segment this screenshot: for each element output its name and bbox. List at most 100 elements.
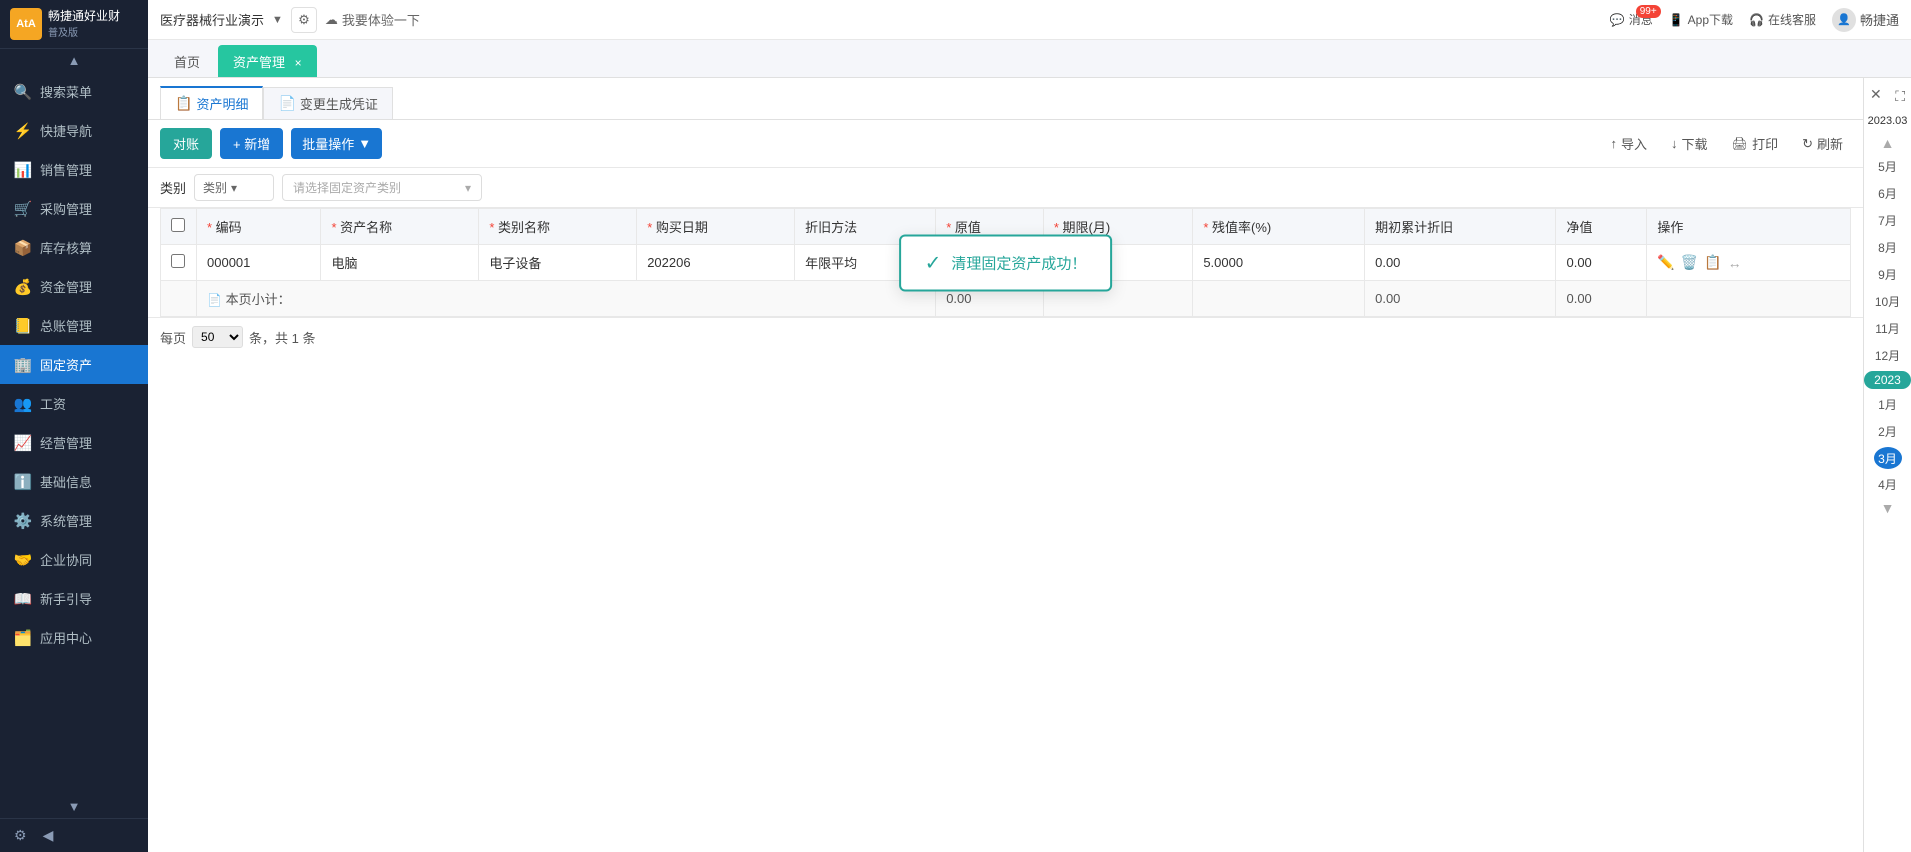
sidebar-item-inventory[interactable]: 📦 库存核算 — [0, 228, 148, 267]
category-input[interactable]: 请选择固定资产类别 ▾ — [282, 174, 482, 201]
td-action: ✏️ 🗑️ 📋 ↔ — [1647, 245, 1851, 281]
logo-text-area: 畅捷通好业财 普及版 — [48, 9, 120, 40]
sidebar-item-sales[interactable]: 📊 销售管理 — [0, 150, 148, 189]
toolbar: 对账 + 新增 批量操作 ▼ ↑ 导入 ↓ 下载 — [148, 120, 1863, 168]
download-btn[interactable]: ↓ 下载 — [1663, 129, 1716, 158]
th-original-value: 原值 — [936, 209, 1044, 245]
download-icon: 📱 — [1669, 13, 1684, 27]
month-9[interactable]: 9月 — [1864, 263, 1911, 286]
td-code: 000001 — [197, 245, 321, 281]
message-btn[interactable]: 💬 消息 99+ — [1610, 11, 1653, 28]
sidebar-label-search: 搜索菜单 — [40, 82, 92, 101]
month-10[interactable]: 10月 — [1864, 290, 1911, 313]
panel-header: ✕ ⛶ — [1864, 86, 1911, 107]
sub-tabs: 📋 资产明细 📄 变更生成凭证 — [148, 78, 1863, 120]
asset-table: 编码 资产名称 类别名称 购买日期 折旧方法 原值 期限(月) 残值率(%) 期… — [160, 208, 1851, 317]
sales-icon: 📊 — [14, 161, 32, 179]
sub-tab-change-voucher[interactable]: 📄 变更生成凭证 — [263, 87, 392, 119]
category-select[interactable]: 类别 ▾ — [194, 174, 274, 201]
select-all-checkbox[interactable] — [171, 218, 185, 232]
sub-tab-asset-detail[interactable]: 📋 资产明细 — [160, 86, 263, 119]
year-2023[interactable]: 2023 — [1864, 371, 1911, 389]
batch-ops-btn[interactable]: 批量操作 ▼ — [291, 128, 382, 159]
per-page-select[interactable]: 50 100 — [192, 326, 243, 348]
asset-detail-icon: 📋 — [175, 95, 192, 112]
td-depreciation-method: 年限平均 — [795, 245, 936, 281]
month-8[interactable]: 8月 — [1864, 236, 1911, 259]
sidebar-item-quicknav[interactable]: ⚡ 快捷导航 — [0, 111, 148, 150]
subtotal-period — [1043, 281, 1192, 317]
service-icon: 🎧 — [1749, 13, 1764, 27]
td-checkbox — [161, 245, 197, 281]
app-download-btn[interactable]: 📱 App下载 — [1669, 11, 1733, 28]
sidebar-item-purchase[interactable]: 🛒 采购管理 — [0, 189, 148, 228]
month-7[interactable]: 7月 — [1864, 209, 1911, 232]
sidebar-item-basicinfo[interactable]: ℹ️ 基础信息 — [0, 462, 148, 501]
month-4[interactable]: 4月 — [1864, 473, 1911, 496]
panel-scroll-down[interactable]: ▼ — [1881, 500, 1895, 516]
more-icon[interactable]: ↔ — [1728, 255, 1742, 271]
cloud-icon: ☁ — [325, 12, 338, 28]
sidebar-item-search[interactable]: 🔍 搜索菜单 — [0, 72, 148, 111]
delete-icon[interactable]: 🗑️ — [1681, 254, 1698, 271]
month-11[interactable]: 11月 — [1864, 317, 1911, 340]
settings-bottom-icon[interactable]: ⚙ — [14, 827, 27, 844]
row-checkbox[interactable] — [171, 254, 185, 268]
sidebar-label-quicknav: 快捷导航 — [40, 121, 92, 140]
th-net-value: 净值 — [1556, 209, 1647, 245]
collapse-icon[interactable]: ◀ — [43, 827, 54, 844]
subtotal-label: 📄 本页小计： — [197, 281, 936, 317]
sidebar-item-guide[interactable]: 📖 新手引导 — [0, 579, 148, 618]
month-2[interactable]: 2月 — [1864, 420, 1911, 443]
refresh-btn[interactable]: ↻ 刷新 — [1794, 129, 1851, 158]
funds-icon: 💰 — [14, 278, 32, 296]
panel-scroll-up[interactable]: ▲ — [1881, 135, 1895, 151]
company-dropdown-icon[interactable]: ▼ — [272, 14, 283, 26]
experience-btn[interactable]: ☁ 我要体验一下 — [325, 10, 420, 29]
month-12[interactable]: 12月 — [1864, 344, 1911, 367]
sidebar: AtA 畅捷通好业财 普及版 ▲ 🔍 搜索菜单 ⚡ 快捷导航 📊 销售管理 🛒 … — [0, 0, 148, 852]
purchase-icon: 🛒 — [14, 200, 32, 218]
panel-expand-btn[interactable]: ⛶ — [1895, 88, 1905, 105]
topbar-settings-btn[interactable]: ⚙ — [291, 7, 317, 33]
sidebar-item-system[interactable]: ⚙️ 系统管理 — [0, 501, 148, 540]
sidebar-item-payroll[interactable]: 👥 工资 — [0, 384, 148, 423]
sidebar-item-ledger[interactable]: 📒 总账管理 — [0, 306, 148, 345]
reconcile-btn[interactable]: 对账 — [160, 128, 212, 159]
user-btn[interactable]: 👤 畅捷通 — [1832, 8, 1899, 32]
table-header-row: 编码 资产名称 类别名称 购买日期 折旧方法 原值 期限(月) 残值率(%) 期… — [161, 209, 1851, 245]
search-icon: 🔍 — [14, 83, 32, 101]
sidebar-item-operations[interactable]: 📈 经营管理 — [0, 423, 148, 462]
sidebar-label-appcenter: 应用中心 — [40, 628, 92, 647]
month-3-current[interactable]: 3月 — [1874, 447, 1902, 469]
sidebar-label-enterprise: 企业协同 — [40, 550, 92, 569]
subtotal-checkbox-cell — [161, 281, 197, 317]
msg-icon: 💬 — [1610, 13, 1625, 27]
sidebar-item-funds[interactable]: 💰 资金管理 — [0, 267, 148, 306]
online-service-btn[interactable]: 🎧 在线客服 — [1749, 11, 1816, 28]
new-btn[interactable]: + 新增 — [220, 128, 283, 159]
sidebar-item-enterprise[interactable]: 🤝 企业协同 — [0, 540, 148, 579]
sidebar-bottom: ⚙ ◀ — [0, 818, 148, 852]
copy-icon[interactable]: 📋 — [1704, 254, 1721, 271]
tab-asset-management[interactable]: 资产管理 × — [218, 45, 317, 77]
import-btn[interactable]: ↑ 导入 — [1603, 129, 1656, 158]
tab-home[interactable]: 首页 — [160, 46, 214, 77]
panel-close-btn[interactable]: ✕ — [1870, 86, 1882, 103]
sidebar-item-fixed-assets[interactable]: 🏢 固定资产 — [0, 345, 148, 384]
sidebar-scroll-up[interactable]: ▲ — [0, 49, 148, 72]
edit-icon[interactable]: ✏️ — [1657, 254, 1674, 271]
sidebar-scroll-down[interactable]: ▼ — [0, 795, 148, 818]
user-avatar: 👤 — [1832, 8, 1856, 32]
tab-close-icon[interactable]: × — [295, 56, 302, 70]
category-label: 类别 — [160, 178, 186, 197]
month-5[interactable]: 5月 — [1864, 155, 1911, 178]
sidebar-item-appcenter[interactable]: 🗂️ 应用中心 — [0, 618, 148, 657]
print-icon: 🖨 — [1732, 136, 1749, 152]
month-6[interactable]: 6月 — [1864, 182, 1911, 205]
print-btn[interactable]: 🖨 打印 — [1724, 129, 1787, 158]
month-1[interactable]: 1月 — [1864, 393, 1911, 416]
sidebar-label-operations: 经营管理 — [40, 433, 92, 452]
category-input-arrow: ▾ — [465, 181, 471, 195]
fixedassets-icon: 🏢 — [14, 356, 32, 374]
